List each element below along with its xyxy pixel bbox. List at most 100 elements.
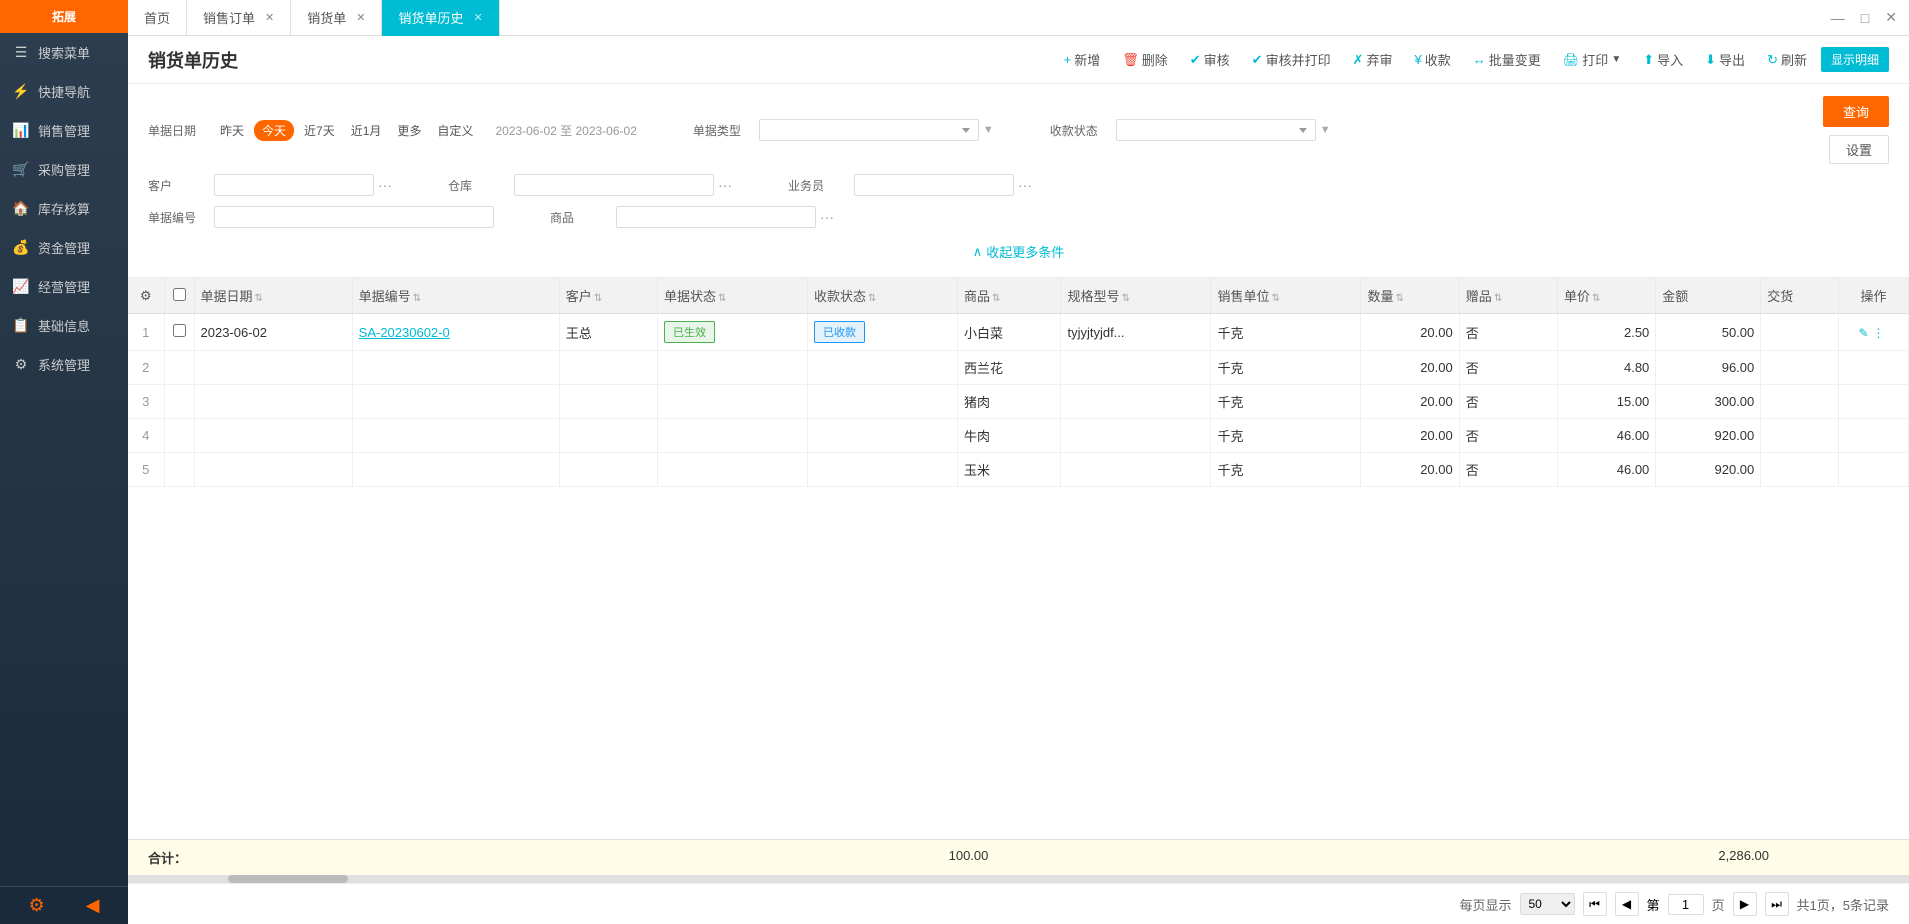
product-input[interactable] xyxy=(616,206,816,228)
tab-sales-history[interactable]: 销货单历史 ✕ xyxy=(382,0,499,36)
tab-home-label: 首页 xyxy=(144,8,170,27)
tab-sales-history-close[interactable]: ✕ xyxy=(474,11,483,24)
tab-sales-order[interactable]: 销售订单 ✕ xyxy=(187,0,291,36)
th-gear[interactable]: ⚙ xyxy=(128,278,164,314)
row-checkbox[interactable] xyxy=(173,324,186,337)
page-number-input[interactable] xyxy=(1668,894,1704,915)
payment-status-dropdown-icon[interactable]: ▼ xyxy=(1320,124,1331,136)
setting-button[interactable]: 设置 xyxy=(1829,135,1889,164)
query-button[interactable]: 查询 xyxy=(1823,96,1889,127)
warehouse-input[interactable] xyxy=(514,174,714,196)
cell-date xyxy=(194,453,352,487)
audit-icon: ✔ xyxy=(1190,52,1201,68)
th-unit[interactable]: 销售单位⇅ xyxy=(1211,278,1361,314)
refresh-label: 刷新 xyxy=(1781,50,1807,69)
new-button[interactable]: + 新增 xyxy=(1056,46,1109,73)
last-page-button[interactable]: ⏭ xyxy=(1765,892,1789,916)
sidebar-item-finance[interactable]: 💰 资金管理 xyxy=(0,228,128,267)
sidebar-item-inventory[interactable]: 🏠 库存核算 xyxy=(0,189,128,228)
batch-change-button[interactable]: ↔ 批量变更 xyxy=(1465,46,1549,73)
cell-unit: 千克 xyxy=(1211,351,1361,385)
import-button[interactable]: ⬆ 导入 xyxy=(1635,46,1691,73)
doc-number-input[interactable] xyxy=(214,206,494,228)
th-number[interactable]: 单据编号⇅ xyxy=(352,278,559,314)
salesperson-input[interactable] xyxy=(854,174,1014,196)
th-doc-status[interactable]: 单据状态⇅ xyxy=(657,278,807,314)
th-check[interactable] xyxy=(164,278,194,314)
delete-button[interactable]: 🗑 删除 xyxy=(1114,46,1176,73)
collect-button[interactable]: ¥ 收款 xyxy=(1407,46,1459,73)
first-page-button[interactable]: ⏮ xyxy=(1583,892,1607,916)
th-date[interactable]: 单据日期⇅ xyxy=(194,278,352,314)
doc-type-input[interactable] xyxy=(759,119,979,141)
th-gift[interactable]: 赠品⇅ xyxy=(1459,278,1557,314)
date-tab-today[interactable]: 今天 xyxy=(254,120,294,141)
th-qty[interactable]: 数量⇅ xyxy=(1361,278,1459,314)
tab-sales-delivery[interactable]: 销货单 ✕ xyxy=(291,0,382,36)
display-detail-button[interactable]: 显示明细 xyxy=(1821,47,1889,72)
th-spec[interactable]: 规格型号⇅ xyxy=(1061,278,1211,314)
sidebar-item-sales-mgmt[interactable]: 📊 销售管理 xyxy=(0,111,128,150)
audit-print-label: 审核并打印 xyxy=(1266,50,1331,69)
sidebar-item-basic-info[interactable]: 📋 基础信息 xyxy=(0,306,128,345)
payment-status-input[interactable] xyxy=(1116,119,1316,141)
th-date-sort-icon: ⇅ xyxy=(255,293,263,304)
new-label: 新增 xyxy=(1074,50,1100,69)
export-button[interactable]: ⬇ 导出 xyxy=(1697,46,1753,73)
th-product[interactable]: 商品⇅ xyxy=(957,278,1060,314)
th-pay-status[interactable]: 收款状态⇅ xyxy=(807,278,957,314)
sidebar-item-system-mgmt[interactable]: ⚙ 系统管理 xyxy=(0,345,128,384)
select-all-checkbox[interactable] xyxy=(173,288,186,301)
tab-sales-order-close[interactable]: ✕ xyxy=(265,11,274,24)
sidebar-item-purchase-mgmt[interactable]: 🛒 采购管理 xyxy=(0,150,128,189)
th-customer[interactable]: 客户⇅ xyxy=(559,278,657,314)
prev-page-button[interactable]: ◀ xyxy=(1615,892,1639,916)
tab-home[interactable]: 首页 xyxy=(128,0,187,36)
product-label: 商品 xyxy=(550,209,600,226)
per-page-select[interactable]: 50 100 200 xyxy=(1520,893,1575,915)
sidebar-item-search-menu[interactable]: ☰ 搜索菜单 xyxy=(0,33,128,72)
date-tab-custom[interactable]: 自定义 xyxy=(431,120,479,141)
minimize-button[interactable]: — xyxy=(1827,8,1849,28)
customer-dots[interactable]: ··· xyxy=(378,177,392,193)
date-tab-yesterday[interactable]: 昨天 xyxy=(214,120,250,141)
sidebar-settings-btn[interactable]: ⚙ xyxy=(29,895,45,916)
date-tab-7days[interactable]: 近7天 xyxy=(298,120,341,141)
row-number: 5 xyxy=(128,453,164,487)
collapse-button[interactable]: ∧ 收起更多条件 xyxy=(148,238,1889,265)
sidebar-item-operations[interactable]: 📈 经营管理 xyxy=(0,267,128,306)
close-button[interactable]: ✕ xyxy=(1881,7,1901,28)
salesperson-dots[interactable]: ··· xyxy=(1018,177,1032,193)
cell-customer xyxy=(559,351,657,385)
scrollbar-thumb[interactable] xyxy=(228,875,348,883)
tab-sales-delivery-close[interactable]: ✕ xyxy=(356,11,365,24)
more-action-button[interactable]: ⋮ xyxy=(1873,326,1885,340)
th-price[interactable]: 单价⇅ xyxy=(1558,278,1656,314)
date-tab-more[interactable]: 更多 xyxy=(391,120,427,141)
abandon-button[interactable]: ✗ 弃审 xyxy=(1345,46,1401,73)
doc-number-label: 单据编号 xyxy=(148,209,198,226)
date-tab-1month[interactable]: 近1月 xyxy=(345,120,388,141)
cell-customer xyxy=(559,419,657,453)
warehouse-dots[interactable]: ··· xyxy=(718,177,732,193)
horizontal-scrollbar[interactable] xyxy=(128,875,1909,883)
payment-status-wrapper: ▼ xyxy=(1116,119,1331,141)
row-number: 1 xyxy=(128,314,164,351)
print-button[interactable]: 🖨 打印 ▼ xyxy=(1555,46,1629,73)
th-doc-status-sort-icon: ⇅ xyxy=(718,293,726,304)
edit-action-button[interactable]: ✎ xyxy=(1858,326,1868,340)
sidebar-bottom: ⚙ ◀ xyxy=(0,886,128,924)
audit-print-button[interactable]: ✔ 审核并打印 xyxy=(1244,46,1339,73)
doc-type-dropdown-icon[interactable]: ▼ xyxy=(983,124,994,136)
search-menu-icon: ☰ xyxy=(12,44,30,61)
maximize-button[interactable]: □ xyxy=(1857,8,1873,28)
next-page-button[interactable]: ▶ xyxy=(1733,892,1757,916)
customer-input[interactable] xyxy=(214,174,374,196)
sidebar-collapse-btn[interactable]: ◀ xyxy=(86,895,100,916)
audit-button[interactable]: ✔ 审核 xyxy=(1182,46,1238,73)
sidebar-item-quick-nav[interactable]: ⚡ 快捷导航 xyxy=(0,72,128,111)
product-dots[interactable]: ··· xyxy=(820,209,834,225)
cell-doc-status xyxy=(657,385,807,419)
doc-number-link[interactable]: SA-20230602-0 xyxy=(359,325,450,340)
refresh-button[interactable]: ↻ 刷新 xyxy=(1759,46,1815,73)
